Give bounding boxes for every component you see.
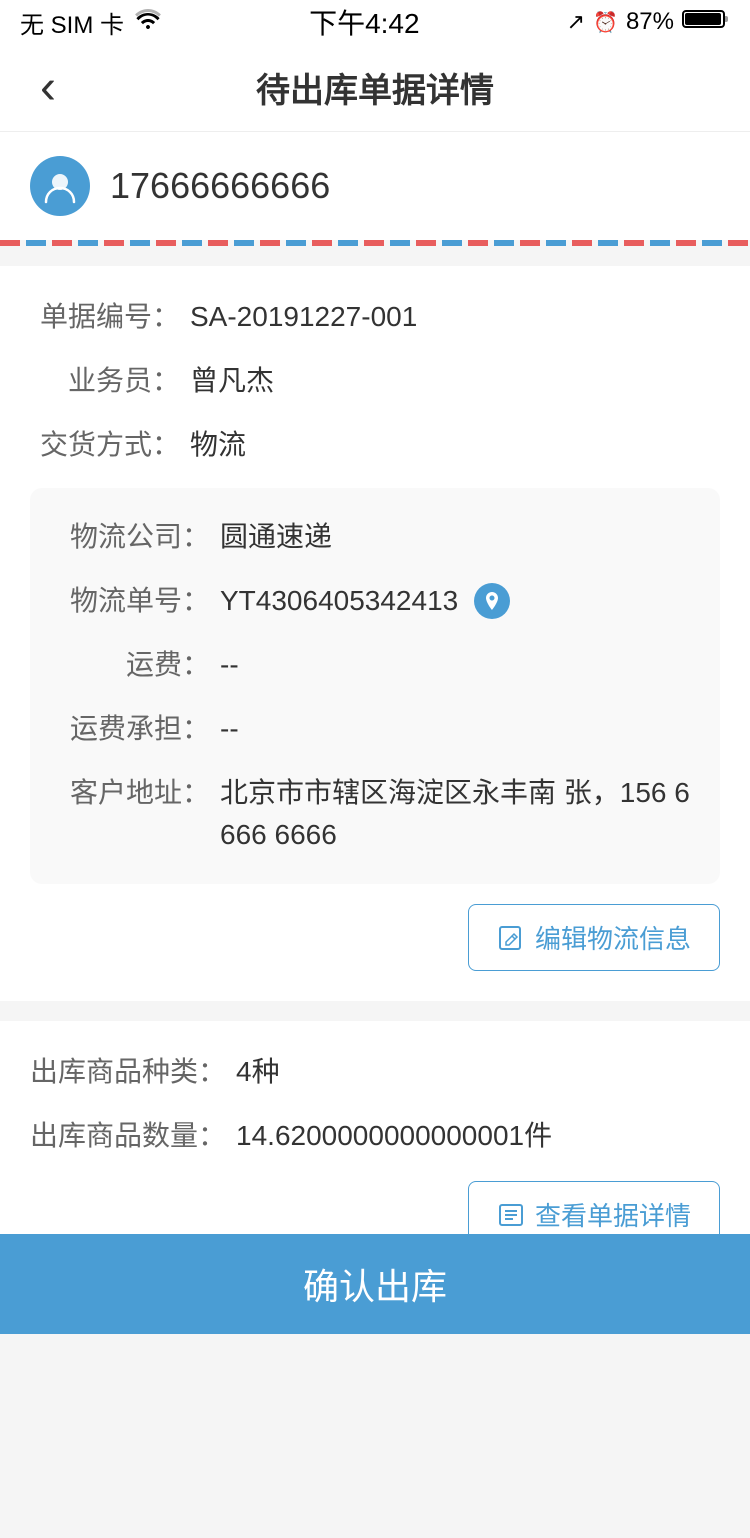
tracking-location-icon[interactable] <box>474 583 510 619</box>
address-label: 客户地址： <box>60 772 220 814</box>
edit-btn-row: 编辑物流信息 <box>30 904 720 971</box>
freight-label: 运费： <box>60 644 220 686</box>
logistics-company-label: 物流公司： <box>60 516 220 558</box>
goods-types-value: 4种 <box>236 1051 720 1093</box>
address-value: 北京市市辖区海淀区永丰南 张，156 6666 6666 <box>220 772 690 856</box>
carrier-label: 无 SIM 卡 <box>20 5 124 40</box>
goods-quantity-row: 出库商品数量： 14.6200000000000001件 <box>30 1115 720 1157</box>
delivery-method-label: 交货方式： <box>30 424 190 466</box>
goods-quantity-value: 14.6200000000000001件 <box>236 1115 720 1157</box>
page-title: 待出库单据详情 <box>256 63 494 112</box>
tracking-value: YT4306405342413 <box>220 580 690 622</box>
nav-bar: ‹ 待出库单据详情 <box>0 44 750 132</box>
battery-label: 87% <box>626 8 674 36</box>
address-row: 客户地址： 北京市市辖区海淀区永丰南 张，156 6666 6666 <box>60 772 690 856</box>
status-time: 下午4:42 <box>309 2 420 42</box>
doc-number-label: 单据编号： <box>30 296 190 338</box>
battery-icon <box>682 7 730 38</box>
salesperson-label: 业务员： <box>30 360 190 402</box>
logistics-card: 物流公司： 圆通速递 物流单号： YT4306405342413 运费： -- … <box>30 488 720 884</box>
customer-header: 17666666666 <box>0 132 750 240</box>
salesperson-value: 曾凡杰 <box>190 360 720 402</box>
wifi-icon <box>134 8 162 36</box>
edit-logistics-label: 编辑物流信息 <box>535 919 691 956</box>
status-right: ↗ ⏰ 87% <box>567 7 730 38</box>
dashed-divider <box>0 240 750 246</box>
tracking-number: YT4306405342413 <box>220 580 458 622</box>
salesperson-row: 业务员： 曾凡杰 <box>30 360 720 402</box>
tracking-label: 物流单号： <box>60 580 220 622</box>
goods-types-row: 出库商品种类： 4种 <box>30 1051 720 1093</box>
status-left: 无 SIM 卡 <box>20 5 162 40</box>
location-status-icon: ↗ <box>567 9 585 35</box>
alarm-icon: ⏰ <box>593 10 618 35</box>
view-detail-label: 查看单据详情 <box>535 1196 691 1233</box>
logistics-company-value: 圆通速递 <box>220 516 690 558</box>
confirm-btn-label: 确认出库 <box>303 1258 447 1310</box>
confirm-btn-bar[interactable]: 确认出库 <box>0 1234 750 1334</box>
back-button[interactable]: ‹ <box>30 50 66 125</box>
freight-bear-value: -- <box>220 708 690 750</box>
goods-types-label: 出库商品种类： <box>30 1051 236 1093</box>
edit-logistics-button[interactable]: 编辑物流信息 <box>468 904 720 971</box>
delivery-method-row: 交货方式： 物流 <box>30 424 720 466</box>
avatar <box>30 156 90 216</box>
goods-quantity-label: 出库商品数量： <box>30 1115 236 1157</box>
tracking-row: 物流单号： YT4306405342413 <box>60 580 690 622</box>
status-bar: 无 SIM 卡 下午4:42 ↗ ⏰ 87% <box>0 0 750 44</box>
freight-bear-label: 运费承担： <box>60 708 220 750</box>
logistics-company-row: 物流公司： 圆通速递 <box>60 516 690 558</box>
doc-number-value: SA-20191227-001 <box>190 296 720 338</box>
delivery-method-value: 物流 <box>190 424 720 466</box>
freight-bear-row: 运费承担： -- <box>60 708 690 750</box>
doc-number-row: 单据编号： SA-20191227-001 <box>30 296 720 338</box>
freight-value: -- <box>220 644 690 686</box>
basic-info-section: 单据编号： SA-20191227-001 业务员： 曾凡杰 交货方式： 物流 … <box>0 266 750 1001</box>
customer-phone: 17666666666 <box>110 165 330 207</box>
freight-row: 运费： -- <box>60 644 690 686</box>
